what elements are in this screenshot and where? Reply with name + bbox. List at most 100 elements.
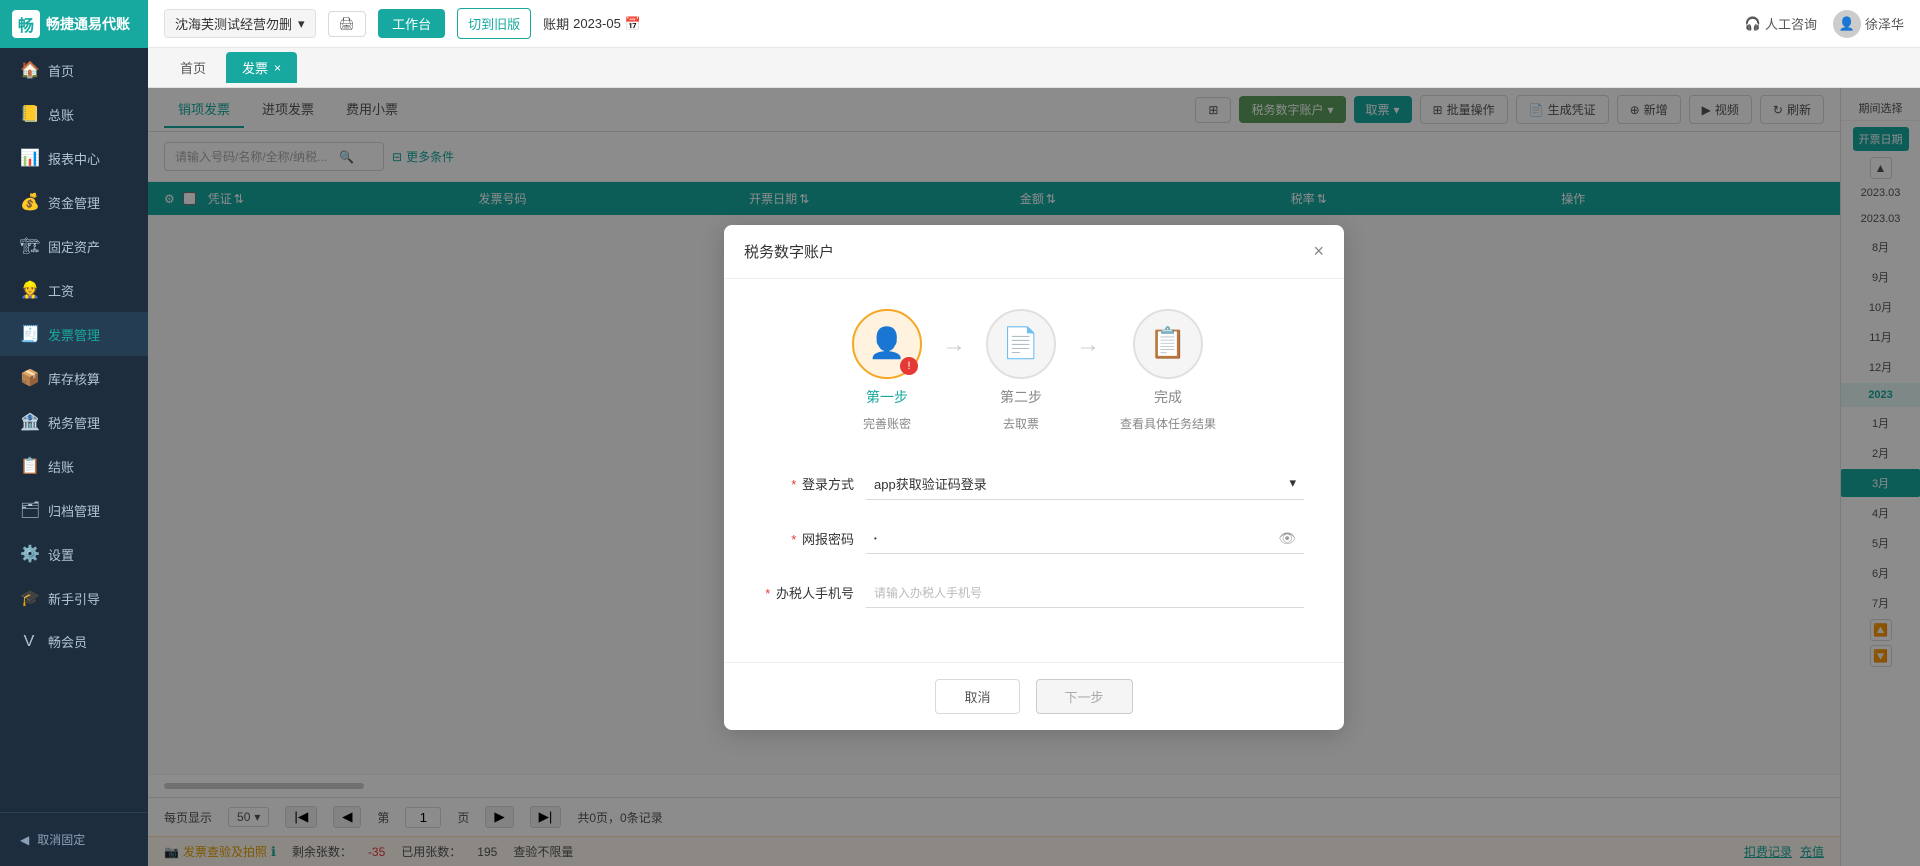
inventory-icon: 📦 bbox=[20, 368, 38, 388]
user-menu[interactable]: 👤 徐泽华 bbox=[1833, 10, 1904, 38]
sidebar-item-label: 发票管理 bbox=[48, 325, 100, 344]
next-button[interactable]: 下一步 bbox=[1036, 679, 1133, 714]
sidebar-item-label: 归档管理 bbox=[48, 501, 100, 520]
step-arrow-1: → bbox=[942, 331, 966, 359]
archive-icon: 🗂 bbox=[20, 500, 38, 520]
sidebar-item-inventory[interactable]: 📦 库存核算 bbox=[0, 356, 148, 400]
sidebar-item-ledger[interactable]: 📒 总账 bbox=[0, 92, 148, 136]
tab-close-icon[interactable]: × bbox=[274, 61, 281, 75]
ledger-icon: 📒 bbox=[20, 104, 38, 124]
sidebar-item-label: 税务管理 bbox=[48, 413, 100, 432]
sidebar: 畅 畅捷通易代账 🏠 首页 📒 总账 📊 报表中心 💰 资金管理 🏗 固定资产 … bbox=[0, 0, 148, 866]
phone-input[interactable]: 请输入办税人手机号 bbox=[866, 578, 1304, 608]
headset-icon: 🎧 bbox=[1745, 16, 1761, 32]
topbar: 沈海芙测试经营勿删 ▾ 🖨 工作台 切到旧版 账期 2023-05 📅 🎧 人工… bbox=[148, 0, 1920, 48]
unpin-label: 取消固定 bbox=[37, 831, 85, 848]
sidebar-item-invoice-mgmt[interactable]: 🧾 发票管理 bbox=[0, 312, 148, 356]
sidebar-item-settings[interactable]: ⚙️ 设置 bbox=[0, 532, 148, 576]
login-method-select[interactable]: app获取验证码登录 ▾ bbox=[866, 468, 1304, 500]
sidebar-item-guide[interactable]: 🎓 新手引导 bbox=[0, 576, 148, 620]
switch-version-button[interactable]: 切到旧版 bbox=[457, 8, 531, 39]
required-star-3: * bbox=[765, 586, 770, 601]
step-1-badge: ! bbox=[900, 357, 918, 375]
home-icon: 🏠 bbox=[20, 60, 38, 80]
tab-invoice[interactable]: 发票 × bbox=[226, 52, 297, 83]
reports-icon: 📊 bbox=[20, 148, 38, 168]
login-method-label-text: * 登录方式 bbox=[764, 474, 854, 493]
step-3-desc: 查看具体任务结果 bbox=[1120, 415, 1216, 432]
phone-label: 办税人手机号 bbox=[776, 586, 854, 601]
password-input[interactable]: • 👁 bbox=[866, 524, 1304, 554]
company-selector[interactable]: 沈海芙测试经营勿删 ▾ bbox=[164, 9, 316, 38]
period-value: 2023-05 bbox=[573, 16, 621, 31]
login-method-value: app获取验证码登录 bbox=[874, 474, 987, 493]
tax-digital-modal: 税务数字账户 × 👤 ! 第一步 完善账密 bbox=[724, 225, 1344, 730]
avatar: 👤 bbox=[1833, 10, 1861, 38]
sidebar-item-member[interactable]: V 畅会员 bbox=[0, 620, 148, 663]
step-1-desc: 完善账密 bbox=[863, 415, 911, 432]
login-method-row: * 登录方式 app获取验证码登录 ▾ bbox=[764, 468, 1304, 500]
settings-icon: ⚙️ bbox=[20, 544, 38, 564]
sidebar-item-funds[interactable]: 💰 资金管理 bbox=[0, 180, 148, 224]
modal-footer: 取消 下一步 bbox=[724, 662, 1344, 730]
eye-toggle-icon[interactable]: 👁 bbox=[1278, 530, 1296, 547]
user-name: 徐泽华 bbox=[1865, 14, 1904, 33]
calendar-icon[interactable]: 📅 bbox=[625, 16, 641, 32]
step-3-glyph: 📋 bbox=[1149, 326, 1186, 361]
sidebar-item-label: 新手引导 bbox=[48, 589, 100, 608]
support-button[interactable]: 🎧 人工咨询 bbox=[1745, 14, 1817, 33]
step-3-icon: 📋 bbox=[1133, 309, 1203, 379]
sidebar-item-label: 总账 bbox=[48, 105, 74, 124]
modal-close-button[interactable]: × bbox=[1313, 241, 1324, 262]
sidebar-unpin-button[interactable]: ◀ 取消固定 bbox=[0, 823, 148, 856]
guide-icon: 🎓 bbox=[20, 588, 38, 608]
print-button[interactable]: 🖨 bbox=[328, 11, 367, 37]
workbench-button[interactable]: 工作台 bbox=[378, 9, 445, 38]
modal-title: 税务数字账户 bbox=[744, 241, 834, 262]
sidebar-item-label: 设置 bbox=[48, 545, 74, 564]
sidebar-item-close-account[interactable]: 📋 结账 bbox=[0, 444, 148, 488]
unpin-icon: ◀ bbox=[20, 833, 29, 847]
sidebar-item-reports[interactable]: 📊 报表中心 bbox=[0, 136, 148, 180]
step-3-label: 完成 bbox=[1154, 387, 1182, 407]
password-label: 网报密码 bbox=[802, 532, 854, 547]
tax-icon: 🏦 bbox=[20, 412, 38, 432]
step-1-label: 第一步 bbox=[866, 387, 908, 407]
invoice-mgmt-icon: 🧾 bbox=[20, 324, 38, 344]
sidebar-item-tax[interactable]: 🏦 税务管理 bbox=[0, 400, 148, 444]
invoice-tab-label: 发票 bbox=[242, 58, 268, 77]
step-2-desc: 去取票 bbox=[1003, 415, 1039, 432]
logo-text: 畅捷通易代账 bbox=[46, 14, 130, 34]
workbench-label: 工作台 bbox=[392, 17, 431, 32]
sidebar-item-label: 结账 bbox=[48, 457, 74, 476]
sidebar-item-label: 报表中心 bbox=[48, 149, 100, 168]
sidebar-item-archive[interactable]: 🗂 归档管理 bbox=[0, 488, 148, 532]
support-label: 人工咨询 bbox=[1765, 14, 1817, 33]
step-1-icon: 👤 ! bbox=[852, 309, 922, 379]
content-area: 销项发票 进项发票 费用小票 ⊞ 税务数字账户 ▾ 取票 ▾ bbox=[148, 88, 1920, 866]
cancel-button[interactable]: 取消 bbox=[935, 679, 1019, 714]
funds-icon: 💰 bbox=[20, 192, 38, 212]
main-area: 沈海芙测试经营勿删 ▾ 🖨 工作台 切到旧版 账期 2023-05 📅 🎧 人工… bbox=[148, 0, 1920, 866]
fixed-assets-icon: 🏗 bbox=[20, 236, 38, 256]
sidebar-item-payroll[interactable]: 👷 工资 bbox=[0, 268, 148, 312]
sidebar-bottom: ◀ 取消固定 bbox=[0, 812, 148, 866]
payroll-icon: 👷 bbox=[20, 280, 38, 300]
sidebar-item-label: 库存核算 bbox=[48, 369, 100, 388]
sidebar-item-label: 首页 bbox=[48, 61, 74, 80]
required-star-2: * bbox=[791, 532, 796, 547]
step-2: 📄 第二步 去取票 bbox=[986, 309, 1056, 432]
sidebar-item-label: 固定资产 bbox=[48, 237, 100, 256]
step-1: 👤 ! 第一步 完善账密 bbox=[852, 309, 922, 432]
step-1-glyph: 👤 bbox=[868, 326, 905, 361]
tab-home[interactable]: 首页 bbox=[164, 52, 222, 83]
tabbar: 首页 发票 × bbox=[148, 48, 1920, 88]
sidebar-item-home[interactable]: 🏠 首页 bbox=[0, 48, 148, 92]
phone-placeholder: 请输入办税人手机号 bbox=[874, 584, 982, 601]
step-2-label: 第二步 bbox=[1000, 387, 1042, 407]
logo-icon: 畅 bbox=[12, 10, 40, 38]
switch-label: 切到旧版 bbox=[468, 17, 520, 32]
period-display: 账期 2023-05 📅 bbox=[543, 14, 641, 33]
sidebar-item-fixed-assets[interactable]: 🏗 固定资产 bbox=[0, 224, 148, 268]
topbar-right: 🎧 人工咨询 👤 徐泽华 bbox=[1745, 10, 1904, 38]
